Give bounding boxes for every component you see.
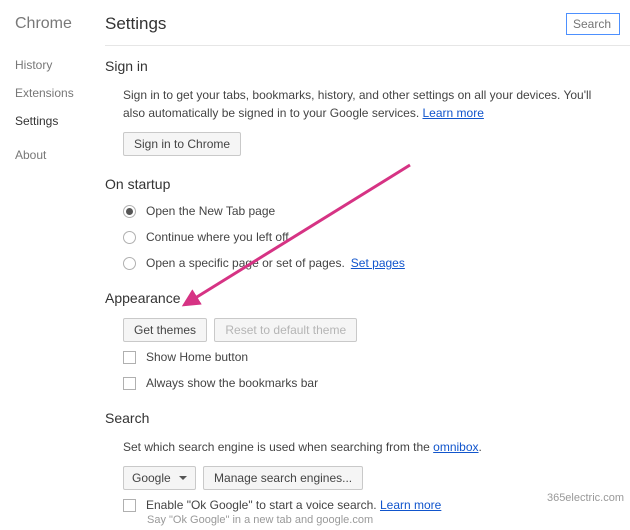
startup-option-newtab: Open the New Tab page [146, 204, 275, 218]
nav-history[interactable]: History [15, 58, 105, 72]
show-home-checkbox[interactable] [123, 351, 136, 364]
chevron-down-icon [179, 476, 187, 480]
signin-button[interactable]: Sign in to Chrome [123, 132, 241, 156]
search-engine-select[interactable]: Google [123, 466, 196, 490]
startup-option-continue: Continue where you left off [146, 230, 289, 244]
nav-about[interactable]: About [15, 148, 105, 162]
chrome-brand: Chrome [15, 15, 105, 33]
search-input[interactable] [566, 13, 620, 35]
ok-google-hint: Say "Ok Google" in a new tab and google.… [123, 514, 610, 526]
startup-option-specific: Open a specific page or set of pages. [146, 256, 345, 270]
omnibox-link[interactable]: omnibox [433, 440, 478, 454]
signin-heading: Sign in [105, 58, 610, 74]
page-title: Settings [105, 14, 166, 34]
nav-settings[interactable]: Settings [15, 114, 105, 128]
get-themes-button[interactable]: Get themes [123, 318, 207, 342]
search-heading: Search [105, 410, 610, 426]
startup-radio-continue[interactable] [123, 231, 136, 244]
appearance-heading: Appearance [105, 290, 610, 306]
startup-heading: On startup [105, 176, 610, 192]
ok-google-label: Enable "Ok Google" to start a voice sear… [146, 498, 441, 512]
manage-search-engines-button[interactable]: Manage search engines... [203, 466, 363, 490]
show-bookmarks-label: Always show the bookmarks bar [146, 376, 318, 390]
ok-google-checkbox[interactable] [123, 499, 136, 512]
nav-extensions[interactable]: Extensions [15, 86, 105, 100]
ok-google-learn-more-link[interactable]: Learn more [380, 498, 441, 512]
signin-learn-more-link[interactable]: Learn more [423, 106, 484, 120]
reset-theme-button: Reset to default theme [214, 318, 357, 342]
set-pages-link[interactable]: Set pages [351, 256, 405, 270]
watermark: 365electric.com [547, 492, 624, 504]
startup-radio-newtab[interactable] [123, 205, 136, 218]
search-description: Set which search engine is used when sea… [123, 438, 610, 456]
startup-radio-specific[interactable] [123, 257, 136, 270]
show-bookmarks-checkbox[interactable] [123, 377, 136, 390]
show-home-label: Show Home button [146, 350, 248, 364]
signin-description: Sign in to get your tabs, bookmarks, his… [123, 86, 610, 122]
